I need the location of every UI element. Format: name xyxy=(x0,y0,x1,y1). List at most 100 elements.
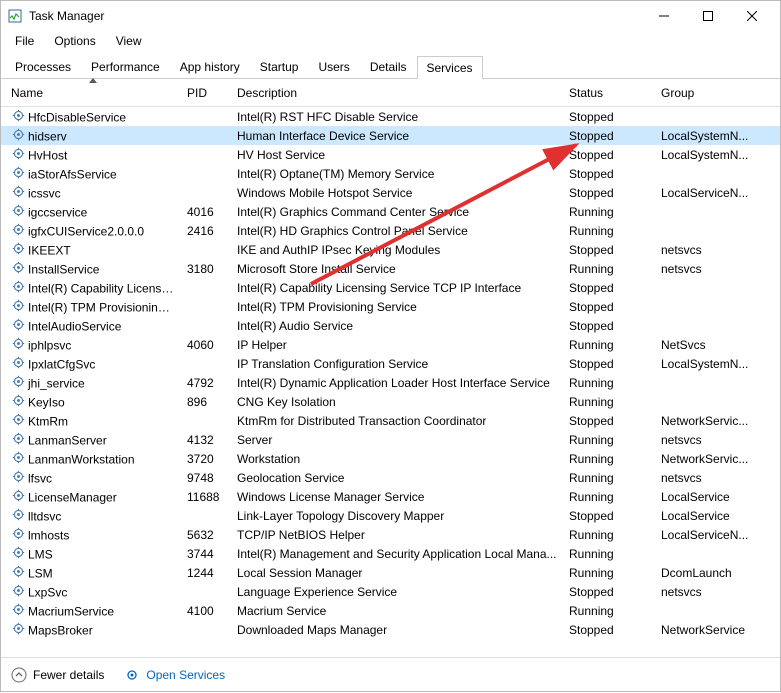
table-row[interactable]: KtmRmKtmRm for Distributed Transaction C… xyxy=(1,411,780,430)
cell-description: Intel(R) Management and Security Applica… xyxy=(231,547,563,561)
cell-group: netsvcs xyxy=(655,585,755,599)
cell-name: LxpSvc xyxy=(5,583,181,600)
cell-status: Running xyxy=(563,452,655,466)
menu-file[interactable]: File xyxy=(7,32,42,50)
table-row[interactable]: lltdsvcLink-Layer Topology Discovery Map… xyxy=(1,506,780,525)
table-row[interactable]: KeyIso896CNG Key IsolationRunning xyxy=(1,392,780,411)
cell-description: Intel(R) Audio Service xyxy=(231,319,563,333)
cell-pid: 4016 xyxy=(181,205,231,219)
cell-description: Local Session Manager xyxy=(231,566,563,580)
cell-description: TCP/IP NetBIOS Helper xyxy=(231,528,563,542)
table-row[interactable]: igccservice4016Intel(R) Graphics Command… xyxy=(1,202,780,221)
table-row[interactable]: LanmanServer4132ServerRunningnetsvcs xyxy=(1,430,780,449)
cell-name: iphlpsvc xyxy=(5,336,181,353)
cell-group: NetworkServic... xyxy=(655,414,755,428)
table-row[interactable]: IKEEXTIKE and AuthIP IPsec Keying Module… xyxy=(1,240,780,259)
service-gear-icon xyxy=(11,431,25,445)
open-services-label: Open Services xyxy=(146,668,225,682)
menu-options[interactable]: Options xyxy=(46,32,103,50)
cell-name: hidserv xyxy=(5,127,181,144)
cell-group: netsvcs xyxy=(655,262,755,276)
table-row[interactable]: iphlpsvc4060IP HelperRunningNetSvcs xyxy=(1,335,780,354)
cell-pid: 3744 xyxy=(181,547,231,561)
cell-status: Stopped xyxy=(563,585,655,599)
service-gear-icon xyxy=(11,621,25,635)
header-group[interactable]: Group xyxy=(655,86,755,100)
table-row[interactable]: igfxCUIService2.0.0.02416Intel(R) HD Gra… xyxy=(1,221,780,240)
tab-startup[interactable]: Startup xyxy=(250,55,309,78)
table-row[interactable]: InstallService3180Microsoft Store Instal… xyxy=(1,259,780,278)
service-gear-icon xyxy=(11,260,25,274)
cell-name: LSM xyxy=(5,564,181,581)
table-row[interactable]: LMS3744Intel(R) Management and Security … xyxy=(1,544,780,563)
cell-name: MacriumService xyxy=(5,602,181,619)
service-gear-icon xyxy=(11,526,25,540)
tab-details[interactable]: Details xyxy=(360,55,417,78)
cell-status: Stopped xyxy=(563,357,655,371)
cell-status: Stopped xyxy=(563,623,655,637)
cell-name: Intel(R) Capability Licensin... xyxy=(5,279,181,296)
cell-description: HV Host Service xyxy=(231,148,563,162)
table-row[interactable]: IntelAudioServiceIntel(R) Audio ServiceS… xyxy=(1,316,780,335)
cell-pid: 3180 xyxy=(181,262,231,276)
menu-view[interactable]: View xyxy=(108,32,150,50)
cell-description: Intel(R) Optane(TM) Memory Service xyxy=(231,167,563,181)
service-gear-icon xyxy=(11,298,25,312)
service-gear-icon xyxy=(11,564,25,578)
service-gear-icon xyxy=(11,450,25,464)
cell-description: Macrium Service xyxy=(231,604,563,618)
table-row[interactable]: LSM1244Local Session ManagerRunningDcomL… xyxy=(1,563,780,582)
tab-users[interactable]: Users xyxy=(308,55,359,78)
header-status[interactable]: Status xyxy=(563,86,655,100)
tab-performance[interactable]: Performance xyxy=(81,55,170,78)
cell-pid: 5632 xyxy=(181,528,231,542)
services-list[interactable]: HfcDisableServiceIntel(R) RST HFC Disabl… xyxy=(1,107,780,660)
table-row[interactable]: lmhosts5632TCP/IP NetBIOS HelperRunningL… xyxy=(1,525,780,544)
cell-pid: 1244 xyxy=(181,566,231,580)
close-button[interactable] xyxy=(730,2,774,30)
table-row[interactable]: HfcDisableServiceIntel(R) RST HFC Disabl… xyxy=(1,107,780,126)
table-row[interactable]: icssvcWindows Mobile Hotspot ServiceStop… xyxy=(1,183,780,202)
cell-group: LocalService xyxy=(655,490,755,504)
table-row[interactable]: MapsBrokerDownloaded Maps ManagerStopped… xyxy=(1,620,780,639)
cell-status: Running xyxy=(563,262,655,276)
tab-app-history[interactable]: App history xyxy=(170,55,250,78)
table-row[interactable]: hidservHuman Interface Device ServiceSto… xyxy=(1,126,780,145)
fewer-details-button[interactable]: Fewer details xyxy=(11,667,104,683)
cell-pid: 4060 xyxy=(181,338,231,352)
fewer-details-label: Fewer details xyxy=(33,668,104,682)
cell-description: IP Helper xyxy=(231,338,563,352)
table-row[interactable]: lfsvc9748Geolocation ServiceRunningnetsv… xyxy=(1,468,780,487)
open-services-link[interactable]: Open Services xyxy=(124,667,225,683)
cell-status: Running xyxy=(563,604,655,618)
service-gear-icon xyxy=(11,583,25,597)
table-row[interactable]: LanmanWorkstation3720WorkstationRunningN… xyxy=(1,449,780,468)
cell-status: Running xyxy=(563,490,655,504)
table-row[interactable]: jhi_service4792Intel(R) Dynamic Applicat… xyxy=(1,373,780,392)
cell-status: Stopped xyxy=(563,110,655,124)
maximize-button[interactable] xyxy=(686,2,730,30)
tab-processes[interactable]: Processes xyxy=(5,55,81,78)
cell-name: LanmanServer xyxy=(5,431,181,448)
table-row[interactable]: Intel(R) TPM Provisioning S...Intel(R) T… xyxy=(1,297,780,316)
cell-pid: 4792 xyxy=(181,376,231,390)
table-row[interactable]: iaStorAfsServiceIntel(R) Optane(TM) Memo… xyxy=(1,164,780,183)
tab-services[interactable]: Services xyxy=(417,56,483,79)
cell-name: InstallService xyxy=(5,260,181,277)
cell-name: Intel(R) TPM Provisioning S... xyxy=(5,298,181,315)
service-gear-icon xyxy=(11,203,25,217)
header-description[interactable]: Description xyxy=(231,86,563,100)
table-row[interactable]: MacriumService4100Macrium ServiceRunning xyxy=(1,601,780,620)
header-pid[interactable]: PID xyxy=(181,86,231,100)
table-row[interactable]: IpxlatCfgSvcIP Translation Configuration… xyxy=(1,354,780,373)
app-icon xyxy=(7,8,23,24)
header-name[interactable]: Name xyxy=(5,86,181,100)
table-row[interactable]: Intel(R) Capability Licensin...Intel(R) … xyxy=(1,278,780,297)
table-row[interactable]: HvHostHV Host ServiceStoppedLocalSystemN… xyxy=(1,145,780,164)
cell-group: LocalServiceN... xyxy=(655,528,755,542)
minimize-button[interactable] xyxy=(642,2,686,30)
window-title: Task Manager xyxy=(29,9,104,23)
table-row[interactable]: LicenseManager11688Windows License Manag… xyxy=(1,487,780,506)
table-row[interactable]: LxpSvcLanguage Experience ServiceStopped… xyxy=(1,582,780,601)
cell-status: Stopped xyxy=(563,319,655,333)
